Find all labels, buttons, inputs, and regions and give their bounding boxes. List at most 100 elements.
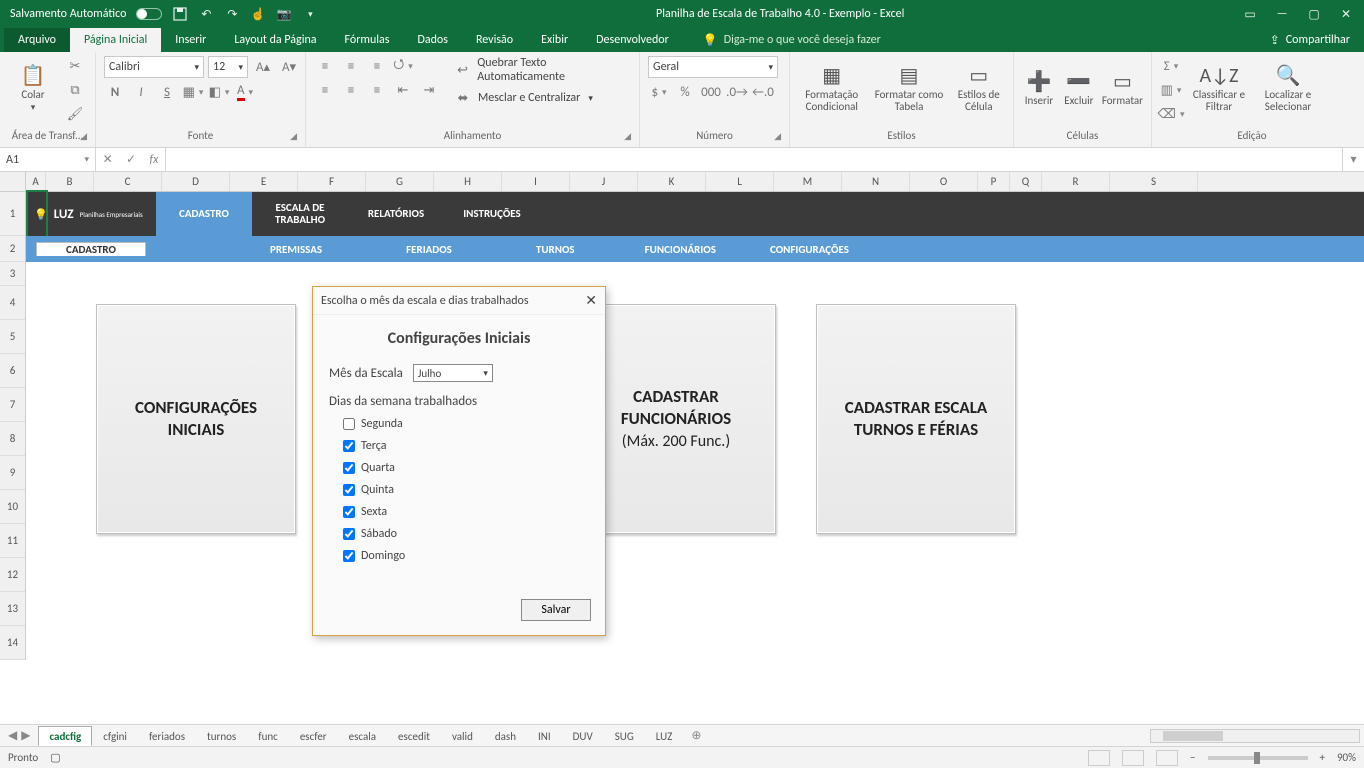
day-checkbox-1[interactable]: Terça [343,439,589,453]
sheet-tab-escfer[interactable]: escfer [289,726,338,746]
subnav-cadastro[interactable]: CADASTRO [36,242,146,256]
nav-cadastro[interactable]: CADASTRO [156,192,252,236]
save-icon[interactable] [172,6,188,22]
insert-cells-button[interactable]: ➕Inserir [1022,56,1056,122]
increase-decimal-icon[interactable]: .0→ [726,82,748,102]
row-header-9[interactable]: 9 [0,456,25,490]
tab-nav-next-icon[interactable]: ▶ [21,728,30,743]
row-header-14[interactable]: 14 [0,626,25,660]
format-as-table-button[interactable]: ▤Formatar como Tabela [872,56,947,122]
row-header-1[interactable]: 1 [0,192,25,236]
subnav-turnos[interactable]: TURNOS [518,236,593,262]
align-left-icon[interactable]: ≡ [314,80,336,100]
name-box[interactable]: A1▾ [0,148,96,171]
checkbox-input[interactable] [343,506,355,518]
touch-mode-icon[interactable]: ☝ [250,6,266,22]
sort-filter-button[interactable]: A↓ZClassificar e Filtrar [1188,56,1250,122]
font-color-icon[interactable]: A [234,82,256,102]
col-header-J[interactable]: J [570,172,638,191]
align-top-icon[interactable]: ≡ [314,56,336,76]
tab-developer[interactable]: Desenvolvedor [582,28,683,52]
select-all-cell[interactable] [0,172,26,192]
tab-formulas[interactable]: Fórmulas [331,28,404,52]
row-header-12[interactable]: 12 [0,558,25,592]
percent-format-icon[interactable]: % [674,82,696,102]
tab-review[interactable]: Revisão [462,28,527,52]
col-header-Q[interactable]: Q [1010,172,1042,191]
decrease-font-icon[interactable]: A▾ [278,57,300,77]
row-header-8[interactable]: 8 [0,422,25,456]
autosave-toggle[interactable] [136,8,162,20]
row-header-11[interactable]: 11 [0,524,25,558]
maximize-icon[interactable]: ▢ [1306,6,1322,22]
wrap-text-button[interactable]: ↩Quebrar Texto Automaticamente [452,56,631,84]
checkbox-input[interactable] [343,418,355,430]
btn-cadastrar-funcionarios[interactable]: CADASTRAR FUNCIONÁRIOS (Máx. 200 Func.) [576,304,776,534]
increase-font-icon[interactable]: A▴ [252,57,274,77]
tab-home[interactable]: Página Inicial [70,28,161,52]
clear-icon[interactable]: ⌫ [1160,104,1182,124]
cell-styles-button[interactable]: ▭Estilos de Célula [953,56,1006,122]
sheet-tab-LUZ[interactable]: LUZ [645,726,684,746]
btn-cadastrar-escala[interactable]: CADASTRAR ESCALA TURNOS E FÉRIAS [816,304,1016,534]
sheet-tab-cadcfig[interactable]: cadcfig [38,726,92,746]
sheet-tab-feriados[interactable]: feriados [138,726,196,746]
row-header-4[interactable]: 4 [0,286,25,320]
comma-format-icon[interactable]: 000 [700,82,722,102]
increase-indent-icon[interactable]: ⇥ [418,80,440,100]
col-header-P[interactable]: P [978,172,1010,191]
row-header-6[interactable]: 6 [0,354,25,388]
zoom-level[interactable]: 90% [1337,751,1356,764]
orientation-icon[interactable]: ⭯ [392,56,414,76]
formula-input[interactable] [166,148,1342,171]
format-painter-icon[interactable]: 🖌 [64,104,86,124]
day-checkbox-5[interactable]: Sábado [343,527,589,541]
subnav-funcionarios[interactable]: FUNCIONÁRIOS [627,236,734,262]
camera-icon[interactable]: 📷 [276,6,292,22]
dialog-launcher-icon[interactable]: ◢ [290,131,297,142]
dialog-launcher-icon[interactable]: ◢ [624,131,631,142]
tell-me-search[interactable]: 💡 Diga-me o que você deseja fazer [703,28,881,52]
fill-icon[interactable]: ▥ [1160,80,1182,100]
col-header-E[interactable]: E [230,172,298,191]
align-middle-icon[interactable]: ≡ [340,56,362,76]
copy-icon[interactable]: ⧉ [64,80,86,100]
sheet-tab-dash[interactable]: dash [484,726,527,746]
close-window-icon[interactable]: ✕ [1338,6,1354,22]
col-header-I[interactable]: I [502,172,570,191]
nav-escala[interactable]: ESCALA DE TRABALHO [252,192,348,236]
col-header-G[interactable]: G [366,172,434,191]
undo-icon[interactable]: ↶ [198,6,214,22]
col-header-A[interactable]: A [26,172,46,191]
col-header-O[interactable]: O [910,172,978,191]
cut-icon[interactable]: ✂ [64,56,86,76]
col-header-D[interactable]: D [162,172,230,191]
dialog-launcher-icon[interactable]: ◢ [774,131,781,142]
page-break-view-icon[interactable] [1156,750,1178,766]
sheet-tab-INI[interactable]: INI [527,726,562,746]
ribbon-display-icon[interactable]: ▭ [1242,6,1258,22]
page-layout-view-icon[interactable] [1122,750,1144,766]
col-header-C[interactable]: C [94,172,162,191]
row-header-5[interactable]: 5 [0,320,25,354]
checkbox-input[interactable] [343,462,355,474]
conditional-formatting-button[interactable]: ▦Formatação Condicional [798,56,866,122]
delete-cells-button[interactable]: ➖Excluir [1062,56,1096,122]
col-header-S[interactable]: S [1110,172,1198,191]
row-header-7[interactable]: 7 [0,388,25,422]
sheet-tab-valid[interactable]: valid [441,726,484,746]
day-checkbox-3[interactable]: Quinta [343,483,589,497]
subnav-premissas[interactable]: PREMISSAS [252,236,340,262]
sheet-tab-func[interactable]: func [247,726,289,746]
row-header-2[interactable]: 2 [0,236,25,262]
underline-button[interactable]: S [156,82,178,102]
redo-icon[interactable]: ↷ [224,6,240,22]
bold-button[interactable]: N [104,82,126,102]
border-icon[interactable]: ▦ [182,82,204,102]
tab-nav-prev-icon[interactable]: ◀ [8,728,17,743]
col-header-K[interactable]: K [638,172,706,191]
col-header-B[interactable]: B [46,172,94,191]
grid-body[interactable]: 💡 LUZ Planilhas Empresariais CADASTRO ES… [26,192,1364,534]
sheet-tab-escala[interactable]: escala [338,726,387,746]
row-header-13[interactable]: 13 [0,592,25,626]
